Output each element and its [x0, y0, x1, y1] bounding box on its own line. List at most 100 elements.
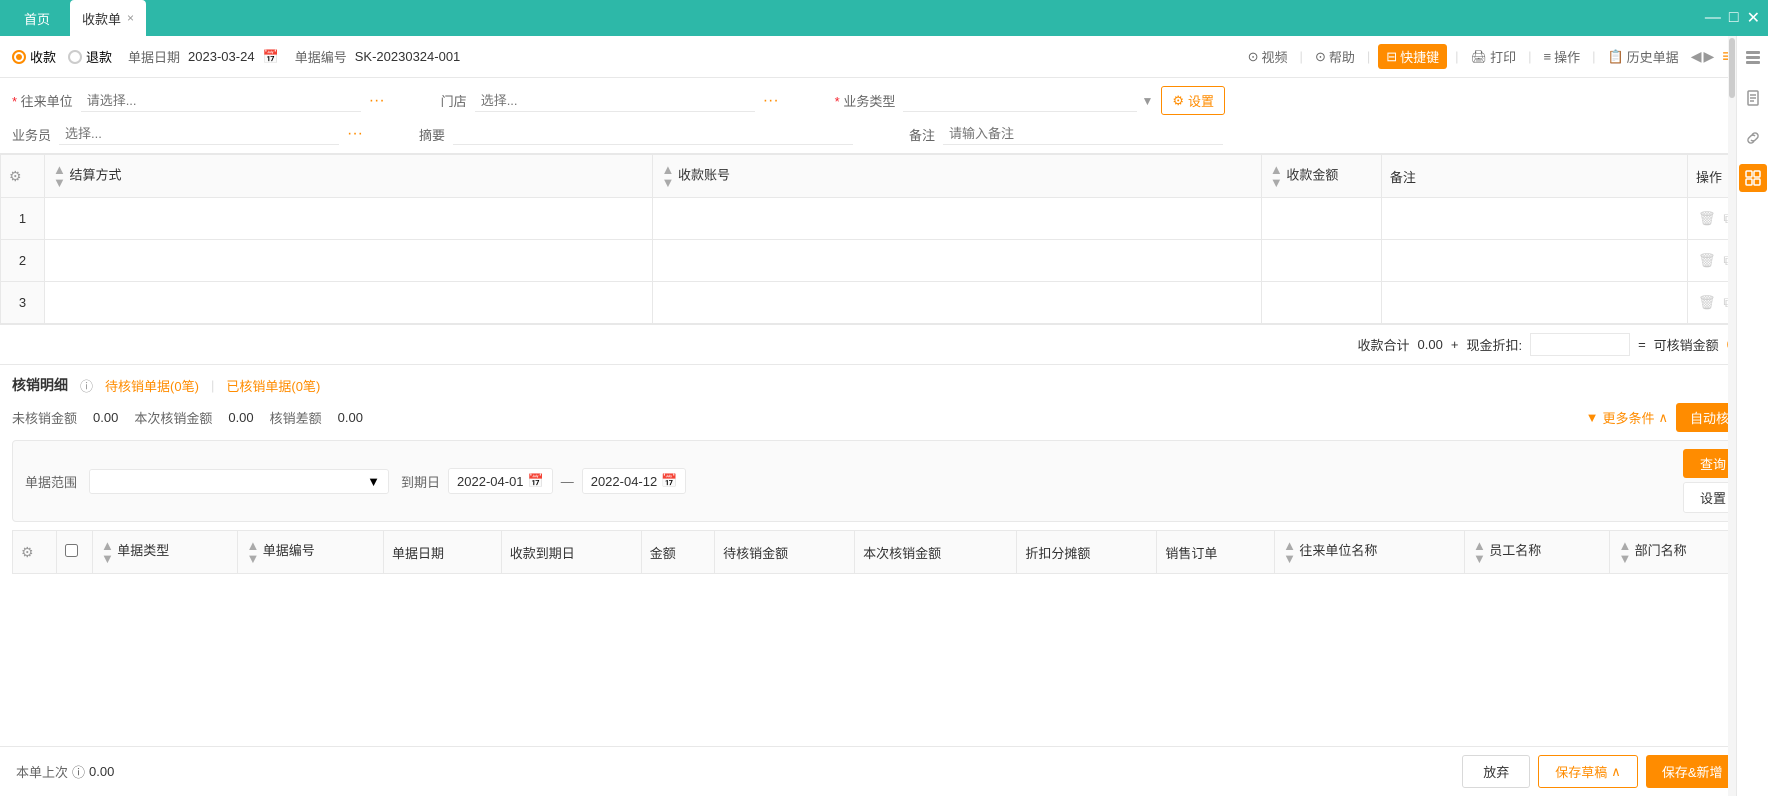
scope-select[interactable]: ▼: [89, 469, 389, 494]
radio-receive[interactable]: 收款: [12, 47, 56, 66]
history-label: 历史单据: [1627, 47, 1679, 66]
store-input[interactable]: [475, 90, 755, 112]
table-section: ⚙ ▲▼ 结算方式 ▲▼ 收款账号 ▲▼ 收款金额 备注 操作: [0, 154, 1768, 325]
row-account-3[interactable]: [653, 282, 1261, 324]
scrollbar[interactable]: [1728, 36, 1736, 796]
more-conditions-btn[interactable]: ▼ 更多条件 ∧: [1586, 408, 1668, 427]
nav-right-btn[interactable]: ▶: [1703, 48, 1714, 65]
per-order-value: 0.00: [89, 764, 114, 779]
diff-value: 0.00: [338, 410, 363, 425]
maximize-btn[interactable]: □: [1729, 9, 1739, 27]
tab-home[interactable]: 首页: [8, 0, 66, 36]
row-settlement-2[interactable]: [45, 240, 653, 282]
sep3: |: [1455, 49, 1458, 64]
row-amount-3[interactable]: [1261, 282, 1381, 324]
row-remark-3[interactable]: [1381, 282, 1687, 324]
save-draft-label: 保存草稿: [1555, 762, 1607, 781]
minimize-btn[interactable]: —: [1705, 9, 1721, 27]
rec-employee-col: ▲▼ 员工名称: [1464, 531, 1609, 574]
summary-input[interactable]: [453, 123, 853, 145]
completed-label: 已核销单据: [226, 379, 291, 394]
pending-tab[interactable]: 待核销单据(0笔): [105, 376, 199, 395]
per-order-info-icon[interactable]: ⓘ: [72, 762, 85, 781]
business-type-select[interactable]: 预收款 ▼: [903, 90, 1153, 112]
rec-doc-type-col: ▲▼ 单据类型: [93, 531, 238, 574]
form-section: 往来单位 ··· 门店 ··· 业务类型 预收款 ▼ ⚙ 设置: [0, 78, 1768, 154]
radio-receive-label: 收款: [30, 47, 56, 66]
row-remark-2[interactable]: [1381, 240, 1687, 282]
select-all-checkbox[interactable]: [65, 544, 78, 557]
row-amount-2[interactable]: [1261, 240, 1381, 282]
operations-btn[interactable]: ≡ 操作: [1539, 45, 1584, 68]
row-account-1[interactable]: [653, 198, 1261, 240]
ops-icon: ≡: [1543, 49, 1551, 64]
counterparty-more-icon[interactable]: ···: [369, 92, 385, 110]
salesperson-more-icon[interactable]: ···: [347, 125, 363, 143]
row-delete-2-icon[interactable]: 🗑: [1696, 250, 1718, 270]
close-btn[interactable]: ✕: [1747, 8, 1760, 28]
date-filter-group: 到期日 2022-04-01 📅 — 2022-04-12 📅: [401, 468, 686, 494]
table-settings-header[interactable]: ⚙: [1, 155, 45, 198]
print-btn[interactable]: 🖨 打印: [1467, 45, 1521, 68]
diff-label: 核销差额: [270, 408, 322, 427]
date-to-value: 2022-04-12: [591, 474, 658, 489]
video-btn[interactable]: ⊙ 视频: [1244, 45, 1292, 68]
store-label: 门店: [441, 91, 467, 110]
history-btn[interactable]: 📋 历史单据: [1603, 45, 1682, 68]
business-type-value[interactable]: 预收款: [903, 90, 1137, 112]
help-btn[interactable]: ⊙ 帮助: [1311, 45, 1359, 68]
sidebar-doc-icon[interactable]: [1739, 84, 1767, 112]
cash-discount-input[interactable]: [1530, 333, 1630, 356]
save-draft-btn[interactable]: 保存草稿 ∧: [1538, 755, 1638, 788]
date-to-input[interactable]: 2022-04-12 📅: [582, 468, 687, 494]
counterparty-input[interactable]: [81, 90, 361, 112]
shortcut-btn[interactable]: ⊟ 快捷键: [1378, 44, 1447, 69]
sidebar-active-icon[interactable]: [1739, 164, 1767, 192]
calendar-icon[interactable]: 📅: [263, 49, 279, 65]
rec-check-col[interactable]: [57, 531, 93, 574]
shortcut-icon: ⊟: [1386, 49, 1397, 65]
salesperson-label: 业务员: [12, 125, 51, 144]
rec-gear-icon[interactable]: ⚙: [21, 544, 34, 560]
scrollbar-thumb[interactable]: [1729, 38, 1735, 98]
row-remark-1[interactable]: [1381, 198, 1687, 240]
table-gear-icon[interactable]: ⚙: [9, 168, 22, 184]
date-from-input[interactable]: 2022-04-01 📅: [448, 468, 553, 494]
settings-button[interactable]: ⚙ 设置: [1161, 86, 1225, 115]
remark-input[interactable]: [943, 123, 1223, 145]
row-delete-3-icon[interactable]: 🗑: [1696, 292, 1718, 312]
reconcile-section: 核销明细 ⓘ 待核销单据(0笔) | 已核销单据(0笔) 未核销金额 0.00 …: [0, 365, 1768, 746]
date-separator: —: [561, 474, 574, 489]
completed-tab[interactable]: 已核销单据(0笔): [226, 376, 320, 395]
date-from-value: 2022-04-01: [457, 474, 524, 489]
calendar-from-icon: 📅: [528, 473, 544, 489]
doc-no-label: 单据编号: [295, 47, 347, 66]
radio-refund[interactable]: 退款: [68, 47, 112, 66]
reconcile-info-icon[interactable]: ⓘ: [80, 376, 93, 395]
row-settlement-1[interactable]: [45, 198, 653, 240]
doc-no-info: 单据编号 SK-20230324-001: [295, 47, 461, 66]
col-amount-header: ▲▼ 收款金额: [1261, 155, 1381, 198]
row-amount-1[interactable]: [1261, 198, 1381, 240]
abandon-btn[interactable]: 放弃: [1462, 755, 1530, 788]
sidebar-table-icon[interactable]: [1739, 44, 1767, 72]
salesperson-input[interactable]: [59, 123, 339, 145]
row-delete-1-icon[interactable]: 🗑: [1696, 208, 1718, 228]
store-more-icon[interactable]: ···: [763, 92, 779, 110]
doc-info: 单据日期 2023-03-24 📅: [128, 47, 279, 66]
tab-current[interactable]: 收款单 ×: [70, 0, 146, 36]
summary-label: 摘要: [419, 125, 445, 144]
help-label: 帮助: [1329, 47, 1355, 66]
bottom-actions: 放弃 保存草稿 ∧ 保存&新增 ∧: [1462, 755, 1752, 788]
row-settlement-3[interactable]: [45, 282, 653, 324]
rec-pending-col: 待核销金额: [715, 531, 855, 574]
main-content: 收款 退款 单据日期 2023-03-24 📅 单据编号 SK-20230324…: [0, 36, 1768, 796]
nav-left-btn[interactable]: ◀: [1691, 48, 1702, 65]
row-account-2[interactable]: [653, 240, 1261, 282]
rec-settings-col[interactable]: ⚙: [13, 531, 57, 574]
plus-symbol: +: [1451, 337, 1459, 352]
business-type-arrow-icon: ▼: [1141, 94, 1153, 108]
tab-close-icon[interactable]: ×: [127, 11, 134, 25]
collect-total-label: 收款合计: [1358, 335, 1410, 354]
sidebar-link-icon[interactable]: [1739, 124, 1767, 152]
